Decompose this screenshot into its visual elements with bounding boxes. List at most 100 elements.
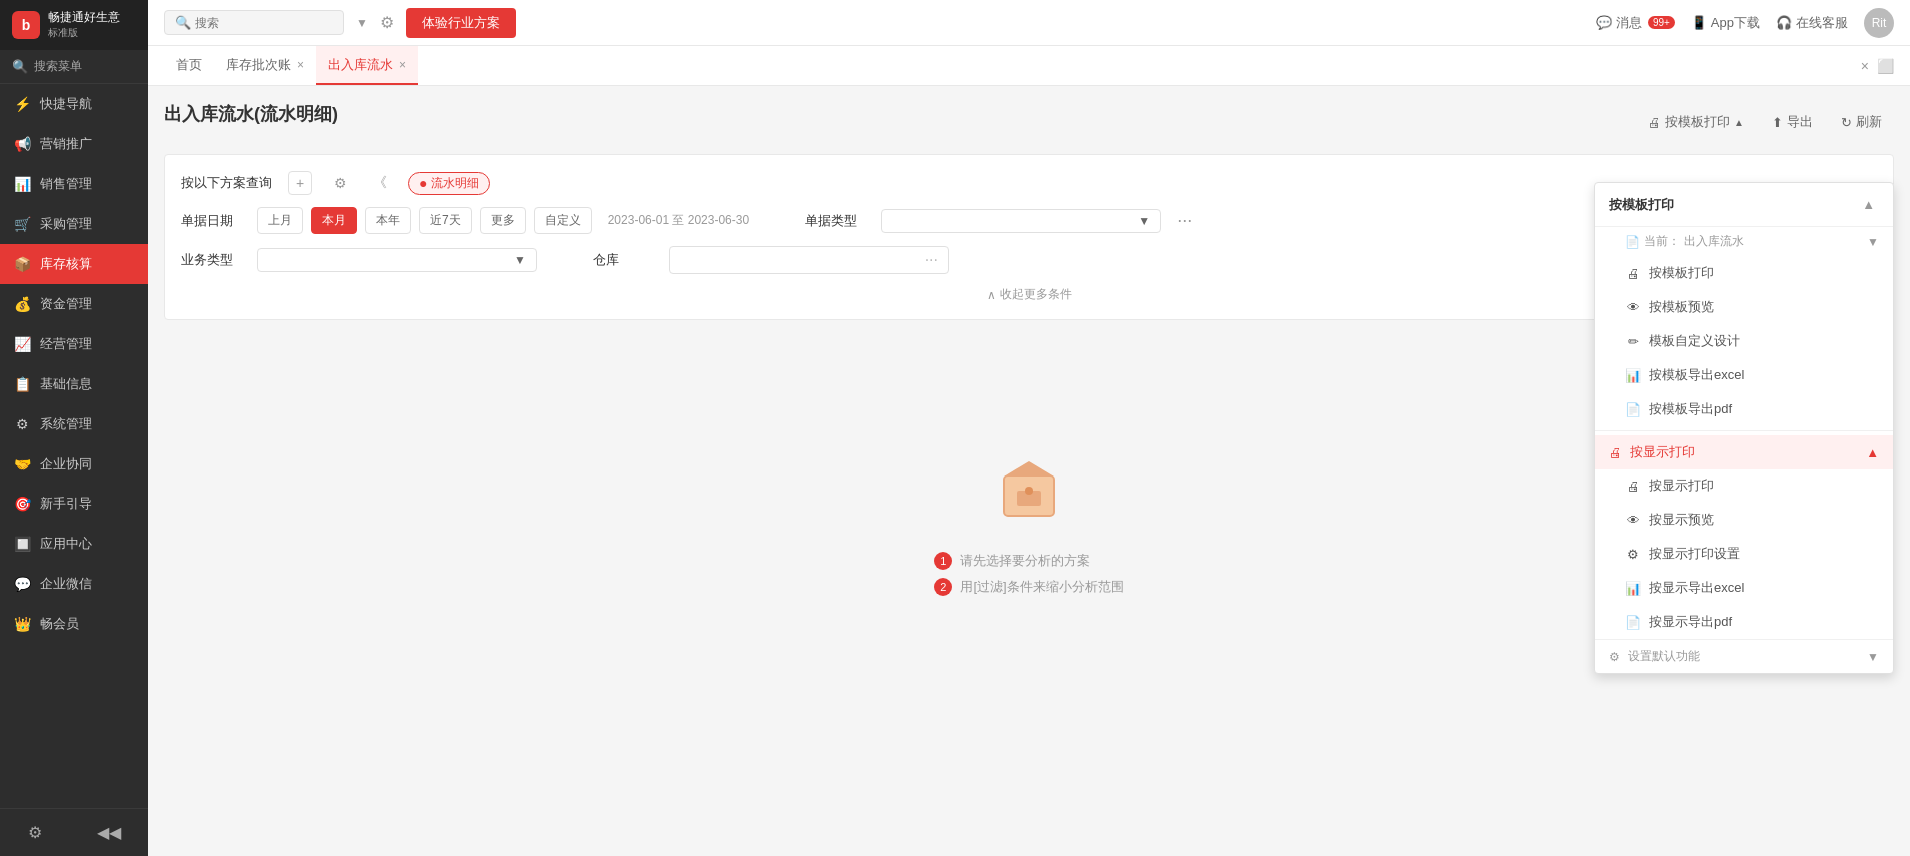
tab-close-all-icon[interactable]: × xyxy=(1861,58,1869,74)
tab-close-inventory-batch[interactable]: × xyxy=(297,58,304,72)
date-btn-this-month[interactable]: 本月 xyxy=(311,207,357,234)
filter-tag: ● 流水明细 xyxy=(408,172,490,195)
svg-point-3 xyxy=(1025,487,1033,495)
tab-home[interactable]: 首页 xyxy=(164,46,214,85)
sidebar-item-label: 销售管理 xyxy=(40,175,92,193)
sidebar-item-corp[interactable]: 🤝 企业协同 xyxy=(0,444,148,484)
tab-maximize-icon[interactable]: ⬜ xyxy=(1877,58,1894,74)
dropdown-item-display-print[interactable]: 🖨 按显示打印 xyxy=(1595,469,1893,503)
date-range-display: 2023-06-01 至 2023-06-30 xyxy=(608,212,749,229)
dropdown-item-template-design[interactable]: ✏ 模板自定义设计 xyxy=(1595,324,1893,358)
date-btn-this-year[interactable]: 本年 xyxy=(365,207,411,234)
date-btn-custom[interactable]: 自定义 xyxy=(534,207,592,234)
date-label: 单据日期 xyxy=(181,212,241,230)
sidebar-item-basic[interactable]: 📋 基础信息 xyxy=(0,364,148,404)
sidebar-settings-btn[interactable]: ⚙ xyxy=(20,819,50,846)
sidebar-item-label: 资金管理 xyxy=(40,295,92,313)
sidebar-item-operations[interactable]: 📈 经营管理 xyxy=(0,324,148,364)
topbar-search-box[interactable]: 🔍 xyxy=(164,10,344,35)
dropdown-item-template-pdf[interactable]: 📄 按模板导出pdf xyxy=(1595,392,1893,426)
refresh-btn[interactable]: ↻ 刷新 xyxy=(1833,109,1890,135)
svg-marker-1 xyxy=(1004,461,1054,476)
date-btn-more[interactable]: 更多 xyxy=(480,207,526,234)
topbar-search-icon: 🔍 xyxy=(175,15,191,30)
filter-tag-label: 流水明细 xyxy=(431,175,479,192)
messages-btn[interactable]: 💬 消息 99+ xyxy=(1596,14,1675,32)
more-icon[interactable]: ··· xyxy=(925,251,938,269)
scroll-up-btn[interactable]: ▲ xyxy=(1858,193,1879,216)
filter-add-btn[interactable]: + xyxy=(288,171,312,195)
sidebar-collapse-btn[interactable]: ◀◀ xyxy=(89,819,129,846)
sidebar-item-apps[interactable]: 🔲 应用中心 xyxy=(0,524,148,564)
empty-steps: 1 请先选择要分析的方案 2 用[过滤]条件来缩小分析范围 xyxy=(934,552,1123,604)
user-avatar-btn[interactable]: Rit xyxy=(1864,8,1894,38)
topbar: 🔍 ▼ ⚙ 体验行业方案 💬 消息 99+ 📱 App下载 🎧 在线客服 Rit xyxy=(148,0,1910,46)
excel-icon: 📊 xyxy=(1625,367,1641,383)
sidebar-item-member[interactable]: 👑 畅会员 xyxy=(0,604,148,644)
business-type-select[interactable]: ▼ xyxy=(257,248,537,272)
filter-settings-btn[interactable]: ⚙ xyxy=(328,171,352,195)
dropdown-divider xyxy=(1595,430,1893,431)
pdf-icon: 📄 xyxy=(1625,614,1641,630)
dropdown-title: 按模板打印 xyxy=(1609,196,1674,214)
sidebar-item-label: 营销推广 xyxy=(40,135,92,153)
dropdown-item-template-excel[interactable]: 📊 按模板导出excel xyxy=(1595,358,1893,392)
bill-type-label: 单据类型 xyxy=(805,212,865,230)
headset-icon: 🎧 xyxy=(1776,15,1792,30)
topbar-search-input[interactable] xyxy=(195,16,315,30)
dropdown-item-display-pdf[interactable]: 📄 按显示导出pdf xyxy=(1595,605,1893,639)
phone-icon: 📱 xyxy=(1691,15,1707,30)
export-btn[interactable]: ⬆ 导出 xyxy=(1764,109,1821,135)
sidebar-item-quick-nav[interactable]: ⚡ 快捷导航 xyxy=(0,84,148,124)
industry-btn[interactable]: 体验行业方案 xyxy=(406,8,516,38)
sidebar-item-label: 畅会员 xyxy=(40,615,79,633)
tab-stock-flow[interactable]: 出入库流水 × xyxy=(316,46,418,85)
dropdown-item-display-settings[interactable]: ⚙ 按显示打印设置 xyxy=(1595,537,1893,571)
sidebar-search[interactable]: 🔍 搜索菜单 xyxy=(0,50,148,84)
page-content: 出入库流水(流水明细) 🖨 按模板打印 ▲ ⬆ 导出 ↻ 刷新 xyxy=(148,86,1910,856)
tab-inventory-batch[interactable]: 库存批次账 × xyxy=(214,46,316,85)
excel-icon: 📊 xyxy=(1625,580,1641,596)
app-download-btn[interactable]: 📱 App下载 xyxy=(1691,14,1760,32)
bill-type-more-btn[interactable]: ··· xyxy=(1177,210,1192,231)
sidebar-item-label: 快捷导航 xyxy=(40,95,92,113)
tab-close-stock-flow[interactable]: × xyxy=(399,58,406,72)
inventory-icon: 📦 xyxy=(12,254,32,274)
topbar-settings-icon[interactable]: ⚙ xyxy=(380,13,394,32)
online-service-btn[interactable]: 🎧 在线客服 xyxy=(1776,14,1848,32)
template-print-btn[interactable]: 🖨 按模板打印 ▲ xyxy=(1640,109,1752,135)
dropdown-footer[interactable]: ⚙ 设置默认功能 ▼ xyxy=(1595,639,1893,673)
sidebar-item-sales[interactable]: 📊 销售管理 xyxy=(0,164,148,204)
filter-collapse-btn[interactable]: 《 xyxy=(368,171,392,195)
sidebar-item-inventory[interactable]: 📦 库存核算 xyxy=(0,244,148,284)
export-icon: ⬆ xyxy=(1772,115,1783,130)
messages-badge: 99+ xyxy=(1648,16,1675,29)
topbar-right: 💬 消息 99+ 📱 App下载 🎧 在线客服 Rit xyxy=(1596,8,1894,38)
chevron-up-icon: ∧ xyxy=(987,288,996,302)
dropdown-item-display-excel[interactable]: 📊 按显示导出excel xyxy=(1595,571,1893,605)
printer-icon: 🖨 xyxy=(1648,115,1661,130)
current-value: 出入库流水 xyxy=(1684,233,1744,250)
sidebar-item-guide[interactable]: 🎯 新手引导 xyxy=(0,484,148,524)
sidebar-item-purchase[interactable]: 🛒 采购管理 xyxy=(0,204,148,244)
dropdown-panel: 按模板打印 ▲ 📄 当前： 出入库流水 ▼ 🖨 按模板打印 👁 按模板预览 xyxy=(1594,182,1894,674)
sidebar-item-marketing[interactable]: 📢 营销推广 xyxy=(0,124,148,164)
default-settings-icon: ⚙ xyxy=(1609,650,1620,664)
warehouse-label: 仓库 xyxy=(593,251,653,269)
date-btn-7days[interactable]: 近7天 xyxy=(419,207,472,234)
warehouse-select[interactable]: ··· xyxy=(669,246,949,274)
sidebar: b 畅捷通好生意 标准版 🔍 搜索菜单 ⚡ 快捷导航 📢 营销推广 📊 销售管理… xyxy=(0,0,148,856)
sidebar-item-wechat[interactable]: 💬 企业微信 xyxy=(0,564,148,604)
sidebar-item-system[interactable]: ⚙ 系统管理 xyxy=(0,404,148,444)
date-filter-buttons: 上月 本月 本年 近7天 更多 自定义 xyxy=(257,207,592,234)
bill-type-select[interactable]: ▼ xyxy=(881,209,1161,233)
topbar-dropdown-icon[interactable]: ▼ xyxy=(356,16,368,30)
dropdown-item-display-preview[interactable]: 👁 按显示预览 xyxy=(1595,503,1893,537)
dropdown-item-template-preview[interactable]: 👁 按模板预览 xyxy=(1595,290,1893,324)
refresh-icon: ↻ xyxy=(1841,115,1852,130)
dropdown-item-template-print[interactable]: 🖨 按模板打印 xyxy=(1595,256,1893,290)
date-btn-last-month[interactable]: 上月 xyxy=(257,207,303,234)
sidebar-item-finance[interactable]: 💰 资金管理 xyxy=(0,284,148,324)
tab-label: 库存批次账 xyxy=(226,56,291,74)
dropdown-display-section[interactable]: 🖨 按显示打印 ▲ xyxy=(1595,435,1893,469)
